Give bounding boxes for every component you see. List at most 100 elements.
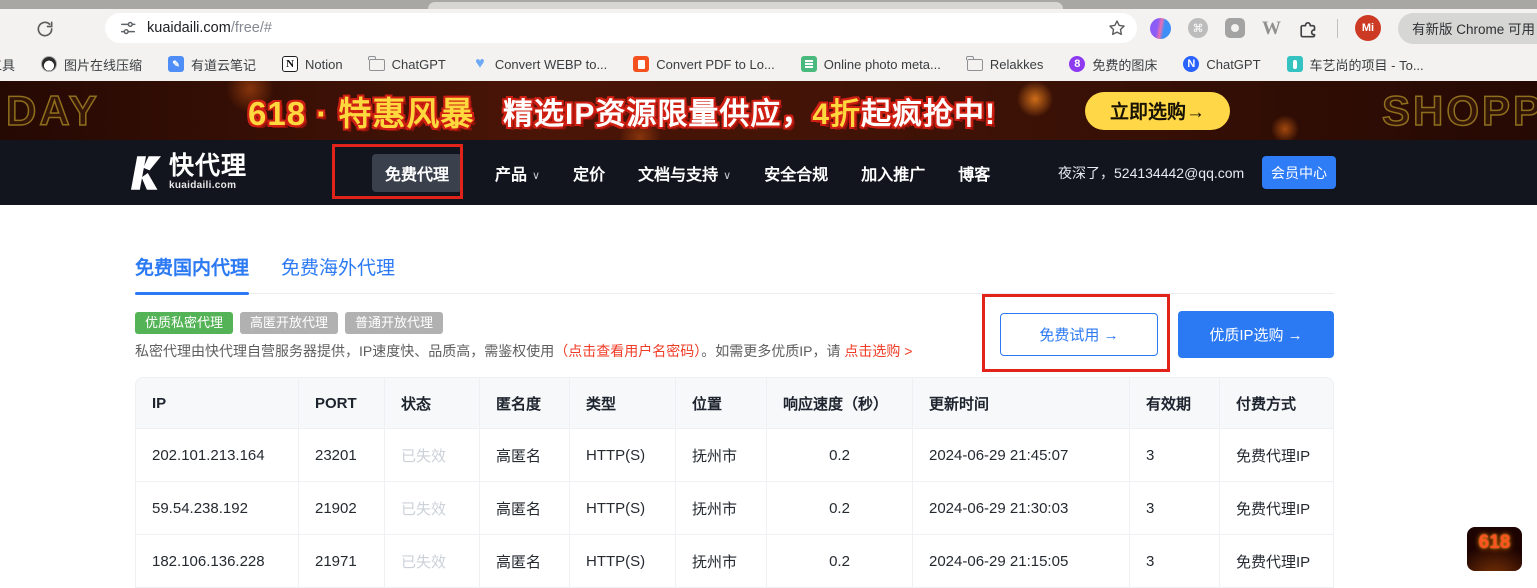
- banner-decor-shopping: SHOPPING: [1382, 87, 1537, 135]
- command-extension-icon[interactable]: ⌘: [1188, 18, 1208, 38]
- cell-updated: 2024-06-29 21:15:05: [913, 535, 1130, 588]
- bookmark-icon: [1287, 56, 1303, 72]
- nav-item-pricing[interactable]: 定价: [573, 161, 605, 185]
- cell-anonymity: 高匿名: [480, 535, 570, 588]
- col-anonymity: 匿名度: [480, 377, 570, 429]
- bookmark-icon: [369, 59, 385, 71]
- nav-item-docs-support[interactable]: 文档与支持: [638, 161, 731, 185]
- address-bar[interactable]: kuaidaili.com/free/#: [105, 13, 1137, 43]
- bookmark-icon: [633, 56, 649, 72]
- bookmark-item[interactable]: 工具: [0, 55, 15, 74]
- bookmark-item[interactable]: 图片在线压缩: [41, 55, 142, 74]
- proxy-type-chip[interactable]: 高匿开放代理: [240, 312, 338, 334]
- tab-domestic-free-proxy[interactable]: 免费国内代理: [135, 253, 249, 293]
- cell-speed: 0.2: [767, 535, 913, 588]
- nav-item-products[interactable]: 产品: [495, 161, 540, 185]
- kuaidaili-logo-icon: [131, 156, 161, 190]
- bookmark-item[interactable]: ChatGPT: [369, 57, 446, 72]
- nav-item-blog[interactable]: 博客: [958, 161, 990, 185]
- camera-extension-icon[interactable]: [1225, 18, 1245, 38]
- col-ip: IP: [135, 377, 299, 429]
- proxy-description: 私密代理由快代理自营服务器提供，IP速度快、品质高，需鉴权使用（点击查看用户名密…: [135, 341, 912, 361]
- cell-status: 已失效: [385, 429, 480, 482]
- site-navbar: 快代理 kuaidaili.com 免费代理 产品 定价 文档与支持 安全合规 …: [0, 140, 1537, 205]
- bookmark-item[interactable]: 有道云笔记: [168, 55, 256, 74]
- cell-ip: 202.101.213.164: [135, 429, 299, 482]
- bookmark-item[interactable]: Convert PDF to Lo...: [633, 56, 775, 72]
- buy-more-link[interactable]: 点击选购 >: [844, 343, 912, 359]
- cell-type: HTTP(S): [570, 429, 676, 482]
- bookmark-item[interactable]: Online photo meta...: [801, 56, 941, 72]
- chrome-update-button[interactable]: 有新版 Chrome 可用 ⋮: [1398, 13, 1537, 44]
- bookmark-item[interactable]: Relakkes: [967, 57, 1043, 72]
- cell-updated: 2024-06-29 21:45:07: [913, 429, 1130, 482]
- view-credentials-link[interactable]: （点击查看用户名密码）: [554, 343, 701, 359]
- member-center-button[interactable]: 会员中心: [1262, 156, 1336, 189]
- brain-extension-icon[interactable]: [1150, 18, 1171, 39]
- cell-speed: 0.2: [767, 429, 913, 482]
- nav-menu: 免费代理 产品 定价 文档与支持 安全合规 加入推广 博客: [372, 140, 990, 205]
- site-logo[interactable]: 快代理 kuaidaili.com: [131, 154, 247, 191]
- bookmark-icon: [967, 59, 983, 71]
- banner-decor-day: DAY: [6, 87, 100, 135]
- bookmarks-bar: 工具 图片在线压缩 有道云笔记 N Notion ChatGPT ♥ Conve…: [0, 47, 1537, 81]
- free-trial-button[interactable]: 免费试用 →: [1000, 313, 1158, 356]
- bookmark-item[interactable]: 车艺尚的项目 - To...: [1287, 55, 1424, 74]
- cell-port: 23201: [299, 429, 385, 482]
- cell-location: 抚州市: [676, 535, 767, 588]
- bookmark-label: 有道云笔记: [191, 55, 256, 74]
- bookmark-icon: N: [282, 56, 298, 72]
- col-validity: 有效期: [1130, 377, 1220, 429]
- cell-anonymity: 高匿名: [480, 429, 570, 482]
- logo-subtext: kuaidaili.com: [169, 181, 247, 191]
- browser-active-tab[interactable]: [428, 2, 1063, 9]
- banner-cta-button[interactable]: 立即选购→: [1085, 92, 1230, 130]
- bookmark-label: 车艺尚的项目 - To...: [1310, 55, 1424, 74]
- cell-payment: 免费代理IP: [1220, 482, 1334, 535]
- proxy-type-chip[interactable]: 优质私密代理: [135, 312, 233, 334]
- bookmark-item[interactable]: 8 免费的图床: [1069, 55, 1157, 74]
- bookmark-icon: [168, 56, 184, 72]
- table-header-row: IP PORT 状态 匿名度 类型 位置 响应速度（秒） 更新时间 有效期 付费…: [135, 377, 1334, 429]
- nav-item-free-proxy[interactable]: 免费代理: [372, 154, 462, 192]
- site-settings-icon[interactable]: [119, 19, 137, 37]
- user-greeting: 夜深了，524134442@qq.com: [1058, 140, 1244, 205]
- col-type: 类型: [570, 377, 676, 429]
- col-speed: 响应速度（秒）: [767, 377, 913, 429]
- tab-overseas-free-proxy[interactable]: 免费海外代理: [281, 253, 395, 293]
- promo-618-widget[interactable]: 618: [1467, 527, 1522, 571]
- bookmark-item[interactable]: N ChatGPT: [1183, 56, 1260, 72]
- chrome-update-label: 有新版 Chrome 可用: [1412, 18, 1535, 38]
- premium-ip-button[interactable]: 优质IP选购 →: [1178, 311, 1334, 358]
- bookmark-label: Relakkes: [990, 57, 1043, 72]
- reload-button[interactable]: [33, 17, 57, 41]
- table-row: 182.106.136.228 21971 已失效 高匿名 HTTP(S) 抚州…: [135, 535, 1334, 588]
- wikipedia-extension-icon[interactable]: W: [1262, 19, 1281, 38]
- url-text[interactable]: kuaidaili.com/free/#: [147, 20, 1107, 36]
- proxy-tabs: 免费国内代理 免费海外代理: [135, 253, 1334, 294]
- profile-avatar[interactable]: Mi: [1355, 15, 1381, 41]
- bookmark-star-icon[interactable]: [1107, 18, 1127, 38]
- bookmark-item[interactable]: ♥ Convert WEBP to...: [472, 56, 607, 72]
- cell-ip: 59.54.238.192: [135, 482, 299, 535]
- proxy-type-chip[interactable]: 普通开放代理: [345, 312, 443, 334]
- nav-item-affiliate[interactable]: 加入推广: [861, 161, 925, 185]
- url-path: /free/#: [231, 20, 272, 36]
- bookmark-label: 免费的图床: [1092, 55, 1157, 74]
- bookmark-item[interactable]: N Notion: [282, 56, 343, 72]
- proxy-type-chips: 优质私密代理 高匿开放代理 普通开放代理: [135, 312, 443, 334]
- bookmark-label: 工具: [0, 55, 15, 74]
- col-location: 位置: [676, 377, 767, 429]
- bookmark-icon: N: [1183, 56, 1199, 72]
- cell-port: 21902: [299, 482, 385, 535]
- cell-speed: 0.2: [767, 482, 913, 535]
- cell-payment: 免费代理IP: [1220, 535, 1334, 588]
- bookmark-label: ChatGPT: [392, 57, 446, 72]
- cell-validity: 3: [1130, 429, 1220, 482]
- cell-updated: 2024-06-29 21:30:03: [913, 482, 1130, 535]
- col-payment: 付费方式: [1220, 377, 1334, 429]
- promo-banner[interactable]: DAY 618 · 特惠风暴 精选IP资源限量供应，4折起疯抢中! 立即选购→ …: [0, 81, 1537, 140]
- cell-payment: 免费代理IP: [1220, 429, 1334, 482]
- extensions-puzzle-icon[interactable]: [1298, 17, 1320, 39]
- nav-item-compliance[interactable]: 安全合规: [764, 161, 828, 185]
